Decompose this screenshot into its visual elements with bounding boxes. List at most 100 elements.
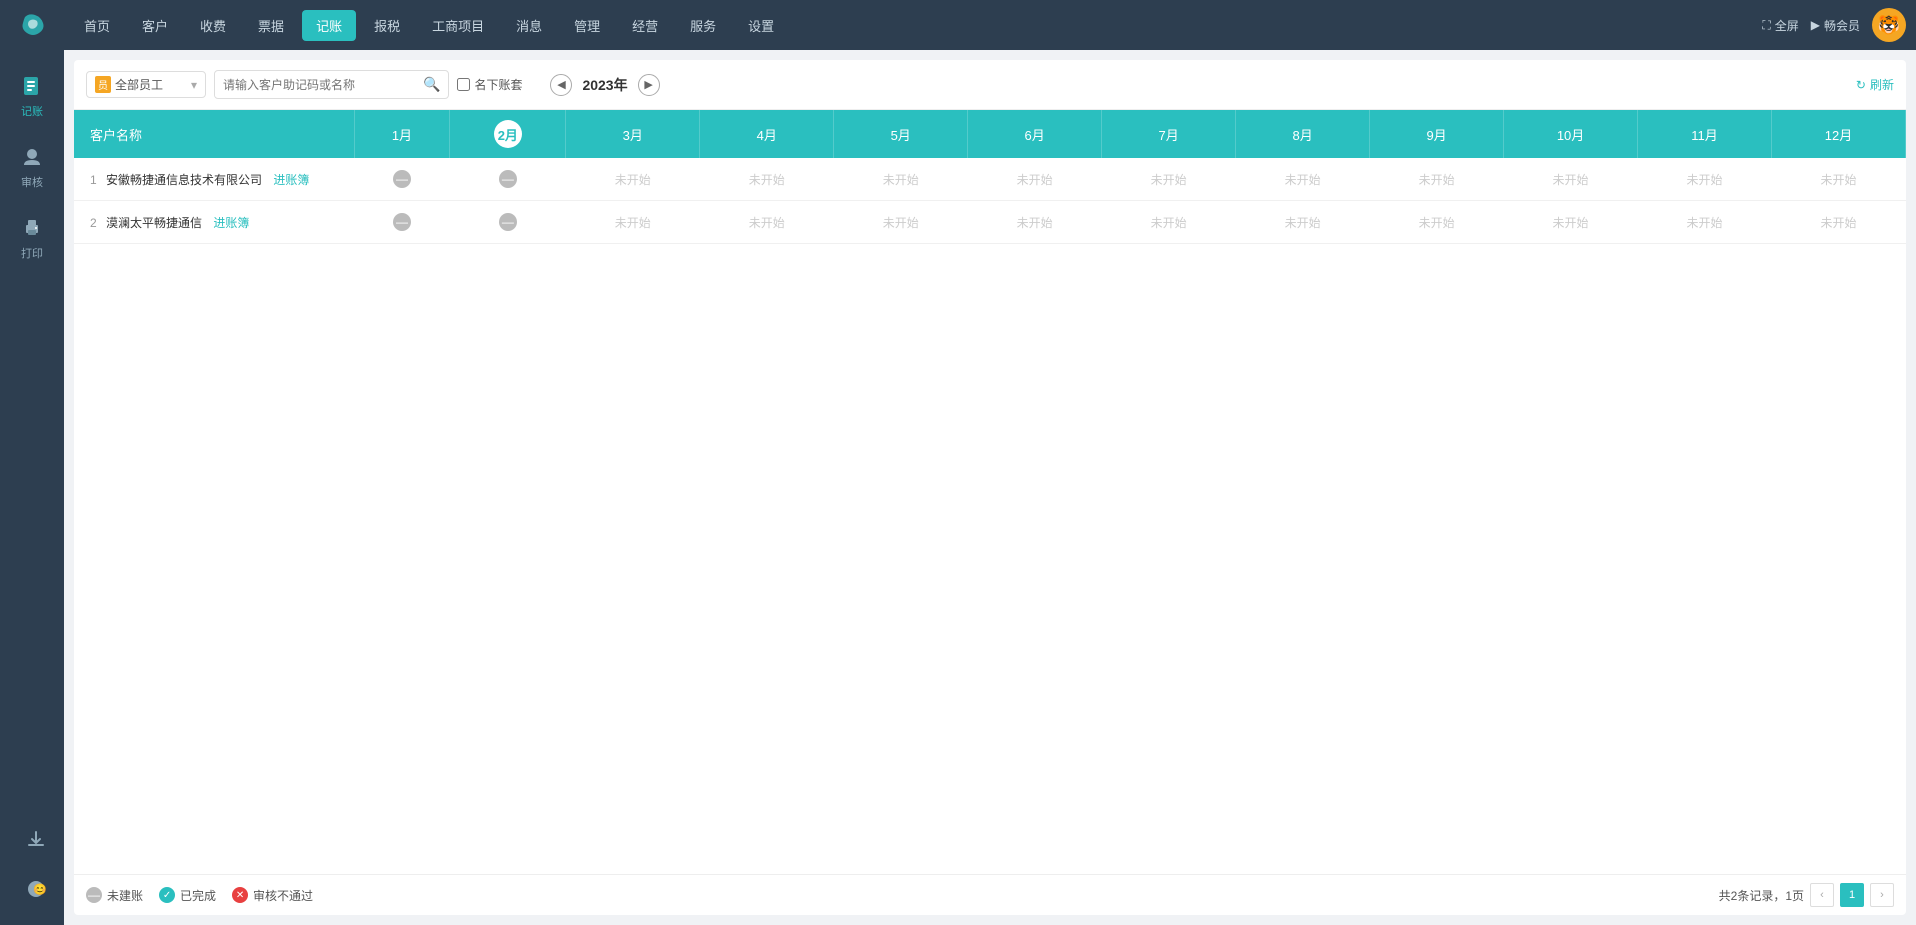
sidebar-bookkeeping-label: 记账 bbox=[21, 103, 43, 119]
nav-home[interactable]: 首页 bbox=[70, 10, 124, 41]
main-layout: 记账 审核 打印 bbox=[0, 50, 1916, 925]
logo bbox=[10, 9, 60, 41]
employee-icon: 员 bbox=[95, 76, 111, 93]
nav-message[interactable]: 消息 bbox=[502, 10, 556, 41]
footer: — 未建账 ✓ 已完成 ✕ 审核不通过 bbox=[74, 874, 1906, 915]
th-month-10: 10月 bbox=[1504, 110, 1638, 158]
vip-btn[interactable]: ▶ 畅会员 bbox=[1811, 17, 1860, 34]
enter-link-1[interactable]: 进账簿 bbox=[273, 173, 309, 187]
sidebar-bottom: 😊 bbox=[6, 813, 58, 925]
svg-text:😊: 😊 bbox=[33, 883, 47, 896]
nav-service[interactable]: 服务 bbox=[676, 10, 730, 41]
table-wrap: 客户名称 1月 2月 3月 4月 5月 6月 7月 8月 9月 10月 11月 bbox=[74, 110, 1906, 874]
content-area: 员 全部员工 ▾ 🔍 名下账套 ◀ 2023年 ▶ bbox=[64, 50, 1916, 925]
next-year-btn[interactable]: ▶ bbox=[638, 74, 660, 96]
sidebar-item-download[interactable] bbox=[10, 815, 62, 863]
main-table: 客户名称 1月 2月 3月 4月 5月 6月 7月 8月 9月 10月 11月 bbox=[74, 110, 1906, 244]
page-1-btn[interactable]: 1 bbox=[1840, 883, 1864, 907]
nav-invoice[interactable]: 票据 bbox=[244, 10, 298, 41]
sidebar-item-bookkeeping[interactable]: 记账 bbox=[0, 62, 64, 129]
total-records: 共2条记录，1页 bbox=[1719, 887, 1804, 904]
row1-month5: 未开始 bbox=[834, 158, 968, 201]
th-client-name: 客户名称 bbox=[74, 110, 354, 158]
row1-month8: 未开始 bbox=[1236, 158, 1370, 201]
print-icon bbox=[18, 214, 46, 242]
content-card: 员 全部员工 ▾ 🔍 名下账套 ◀ 2023年 ▶ bbox=[74, 60, 1906, 915]
year-nav: ◀ 2023年 ▶ bbox=[550, 74, 659, 96]
nav-bookkeeping[interactable]: 记账 bbox=[302, 10, 356, 41]
vip-icon: ▶ bbox=[1811, 18, 1820, 32]
row1-month11: 未开始 bbox=[1638, 158, 1772, 201]
account-checkbox-wrap[interactable]: 名下账套 bbox=[457, 76, 522, 93]
row2-month3: 未开始 bbox=[566, 201, 700, 244]
th-month-2: 2月 bbox=[450, 110, 566, 158]
sidebar-item-audit[interactable]: 审核 bbox=[0, 133, 64, 200]
refresh-icon: ↻ bbox=[1856, 78, 1866, 92]
row1-month3: 未开始 bbox=[566, 158, 700, 201]
status-circle-grey-3: — bbox=[393, 213, 411, 231]
sidebar-print-label: 打印 bbox=[21, 245, 43, 261]
nav-commerce[interactable]: 工商项目 bbox=[418, 10, 498, 41]
employee-label: 全部员工 bbox=[115, 76, 163, 93]
prev-page-btn[interactable]: ‹ bbox=[1810, 883, 1834, 907]
row1-month6: 未开始 bbox=[968, 158, 1102, 201]
row2-month10: 未开始 bbox=[1504, 201, 1638, 244]
client-name-1: 安徽畅捷通信息技术有限公司 bbox=[106, 173, 262, 187]
legend: — 未建账 ✓ 已完成 ✕ 审核不通过 bbox=[86, 887, 313, 904]
status-circle-grey: — bbox=[393, 170, 411, 188]
legend-not-built-label: 未建账 bbox=[107, 887, 143, 904]
row2-month12: 未开始 bbox=[1772, 201, 1906, 244]
search-input[interactable] bbox=[215, 73, 415, 97]
row1-month7: 未开始 bbox=[1102, 158, 1236, 201]
table-row: 2 漠澜太平畅捷通信 进账簿 — — 未开始 未开始 未开始 未开始 未开始 未… bbox=[74, 201, 1906, 244]
client-cell-1: 1 安徽畅捷通信息技术有限公司 进账簿 bbox=[74, 158, 354, 201]
nav-fee[interactable]: 收费 bbox=[186, 10, 240, 41]
table-header-row: 客户名称 1月 2月 3月 4月 5月 6月 7月 8月 9月 10月 11月 bbox=[74, 110, 1906, 158]
nav-manage[interactable]: 管理 bbox=[560, 10, 614, 41]
nav-operation[interactable]: 经营 bbox=[618, 10, 672, 41]
legend-completed-label: 已完成 bbox=[180, 887, 216, 904]
th-month-9: 9月 bbox=[1370, 110, 1504, 158]
next-page-btn[interactable]: › bbox=[1870, 883, 1894, 907]
legend-rejected: ✕ 审核不通过 bbox=[232, 887, 313, 904]
legend-dot-teal: ✓ bbox=[159, 887, 175, 903]
sidebar-item-print[interactable]: 打印 bbox=[0, 204, 64, 271]
nav-client[interactable]: 客户 bbox=[128, 10, 182, 41]
nav-tax[interactable]: 报税 bbox=[360, 10, 414, 41]
client-num-1: 1 bbox=[90, 173, 97, 187]
row2-month2: — bbox=[450, 201, 566, 244]
legend-not-built: — 未建账 bbox=[86, 887, 143, 904]
year-display: 2023年 bbox=[582, 75, 627, 95]
row2-month8: 未开始 bbox=[1236, 201, 1370, 244]
status-circle-grey-4: — bbox=[499, 213, 517, 231]
row2-month7: 未开始 bbox=[1102, 201, 1236, 244]
legend-rejected-label: 审核不通过 bbox=[253, 887, 313, 904]
nav-settings[interactable]: 设置 bbox=[734, 10, 788, 41]
fullscreen-btn[interactable]: ⛶ 全屏 bbox=[1762, 17, 1798, 34]
enter-link-2[interactable]: 进账簿 bbox=[213, 216, 249, 230]
table-row: 1 安徽畅捷通信息技术有限公司 进账簿 — — 未开始 未开始 未开始 未开始 … bbox=[74, 158, 1906, 201]
search-button[interactable]: 🔍 bbox=[415, 71, 448, 98]
refresh-button[interactable]: ↻ 刷新 bbox=[1856, 76, 1894, 93]
sidebar-item-help[interactable]: 😊 bbox=[10, 865, 62, 913]
th-month-12: 12月 bbox=[1772, 110, 1906, 158]
account-checkbox-label: 名下账套 bbox=[474, 76, 522, 93]
th-month-4: 4月 bbox=[700, 110, 834, 158]
help-icon: 😊 bbox=[22, 875, 50, 903]
account-checkbox[interactable] bbox=[457, 78, 470, 91]
prev-year-btn[interactable]: ◀ bbox=[550, 74, 572, 96]
fullscreen-label: 全屏 bbox=[1775, 17, 1799, 34]
th-month-6: 6月 bbox=[968, 110, 1102, 158]
download-icon bbox=[22, 825, 50, 853]
row1-month2: — bbox=[450, 158, 566, 201]
employee-select[interactable]: 员 全部员工 ▾ bbox=[86, 71, 206, 98]
user-avatar[interactable]: 🐯 bbox=[1872, 8, 1906, 42]
th-month-3: 3月 bbox=[566, 110, 700, 158]
sidebar: 记账 审核 打印 bbox=[0, 50, 64, 925]
th-month-7: 7月 bbox=[1102, 110, 1236, 158]
status-circle-grey-2: — bbox=[499, 170, 517, 188]
row1-month12: 未开始 bbox=[1772, 158, 1906, 201]
fullscreen-icon: ⛶ bbox=[1762, 18, 1770, 33]
pagination: 共2条记录，1页 ‹ 1 › bbox=[1719, 883, 1894, 907]
row2-month5: 未开始 bbox=[834, 201, 968, 244]
